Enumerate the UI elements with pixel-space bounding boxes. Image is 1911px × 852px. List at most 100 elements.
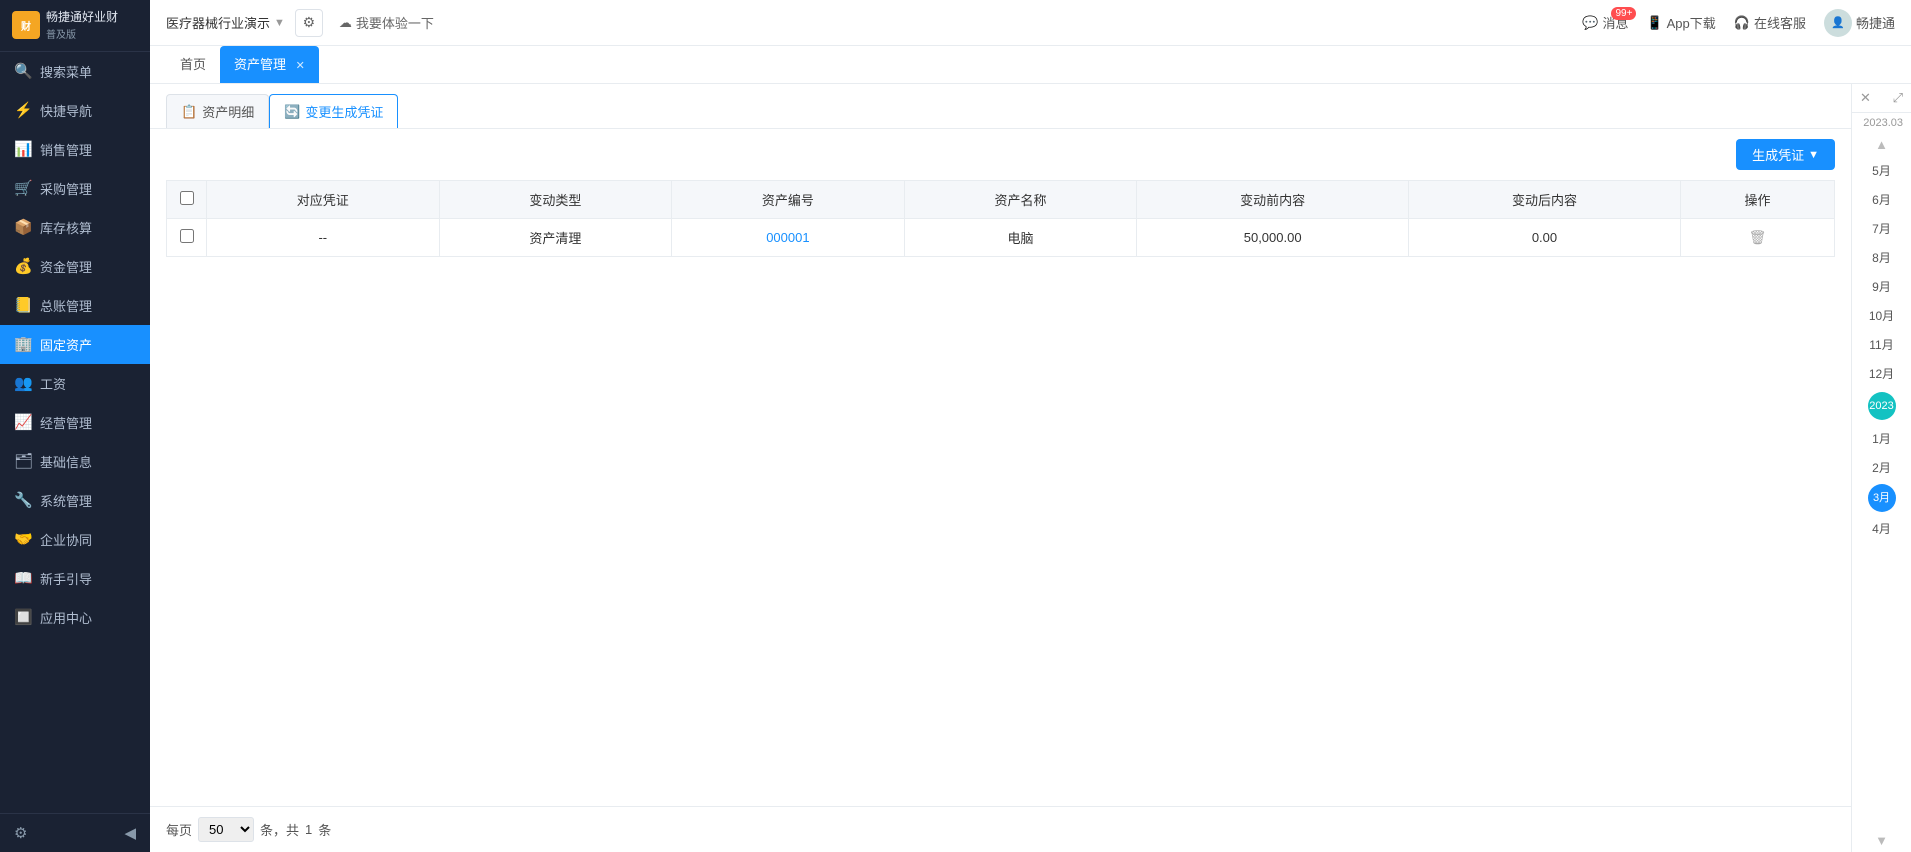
- sidebar-item-guide[interactable]: 📖 新手引导: [0, 559, 150, 598]
- month-9[interactable]: 9月: [1852, 272, 1911, 301]
- app-logo: 财 畅捷通好业财 普及版: [0, 0, 150, 52]
- sidebar-item-quicknav[interactable]: ⚡ 快捷导航: [0, 91, 150, 130]
- sidebar-item-label: 资金管理: [40, 257, 92, 276]
- month-10[interactable]: 10月: [1852, 301, 1911, 330]
- year-2023-badge[interactable]: 2023: [1868, 392, 1896, 420]
- payroll-icon: 👥: [14, 374, 32, 392]
- sidebar-item-inventory[interactable]: 📦 库存核算: [0, 208, 150, 247]
- sidebar-nav: 🔍 搜索菜单 ⚡ 快捷导航 📊 销售管理 🛒 采购管理 📦 库存核算 💰 资金管…: [0, 52, 150, 813]
- sub-tab-detail[interactable]: 📋 资产明细: [166, 94, 269, 128]
- per-page-unit: 条，共: [260, 820, 299, 839]
- pagination: 每页 50 10 20 100 条，共 1 条: [150, 806, 1851, 852]
- month-7[interactable]: 7月: [1852, 214, 1911, 243]
- row-after: 0.00: [1409, 219, 1681, 257]
- sub-tab-change-label: 变更生成凭证: [305, 102, 383, 121]
- service-icon: 🎧: [1734, 15, 1750, 31]
- month-12[interactable]: 12月: [1852, 359, 1911, 388]
- search-icon: 🔍: [14, 62, 32, 80]
- toolbar: 生成凭证 ▼: [150, 129, 1851, 180]
- logo-icon: 财: [12, 11, 40, 39]
- topbar: 医疗器械行业演示 ▼ ⚙ ☁ 我要体验一下 💬 消息 99+ 📱 App下载 🎧…: [150, 0, 1911, 46]
- company-selector[interactable]: 医疗器械行业演示 ▼: [166, 13, 285, 32]
- company-settings-button[interactable]: ⚙: [295, 9, 323, 37]
- sub-tab-change[interactable]: 🔄 变更生成凭证: [269, 94, 398, 128]
- generate-chevron-icon: ▼: [1808, 149, 1819, 161]
- month-4[interactable]: 4月: [1852, 514, 1911, 543]
- select-all-checkbox[interactable]: [180, 191, 194, 205]
- sidebar-item-label: 工资: [40, 374, 66, 393]
- tab-asset[interactable]: 资产管理 ✕: [220, 46, 319, 83]
- ledger-icon: 📒: [14, 296, 32, 314]
- col-asset-name: 资产名称: [904, 181, 1137, 219]
- per-page-select[interactable]: 50 10 20 100: [198, 817, 254, 842]
- guide-icon: 📖: [14, 569, 32, 587]
- sidebar-item-apps[interactable]: 🔲 应用中心: [0, 598, 150, 637]
- month-3-active[interactable]: 3月: [1868, 484, 1896, 512]
- date-panel-close-icon[interactable]: ✕: [1860, 90, 1871, 106]
- sidebar-item-ledger[interactable]: 📒 总账管理: [0, 286, 150, 325]
- experience-button[interactable]: ☁ 我要体验一下: [339, 13, 434, 32]
- month-11[interactable]: 11月: [1852, 330, 1911, 359]
- logo-text: 畅捷通好业财 普及版: [46, 10, 118, 41]
- online-service-button[interactable]: 🎧 在线客服: [1734, 13, 1806, 32]
- app-download-button[interactable]: 📱 App下载: [1646, 13, 1715, 32]
- sidebar-item-search[interactable]: 🔍 搜索菜单: [0, 52, 150, 91]
- messages-badge: 99+: [1611, 7, 1636, 20]
- company-name: 医疗器械行业演示: [166, 13, 270, 32]
- delete-row-icon[interactable]: 🗑: [1749, 229, 1767, 245]
- content-area: 📋 资产明细 🔄 变更生成凭证 生成凭证 ▼: [150, 84, 1911, 852]
- table-row: -- 资产清理 000001 电脑 50,000.00 0.00 🗑: [167, 219, 1835, 257]
- row-asset-name: 电脑: [904, 219, 1137, 257]
- messages-button[interactable]: 💬 消息 99+: [1582, 13, 1628, 32]
- sidebar-item-label: 固定资产: [40, 335, 92, 354]
- row-checkbox[interactable]: [180, 229, 194, 243]
- per-page-label: 每页: [166, 820, 192, 839]
- sidebar-bottom: ⚙ ◀: [0, 813, 150, 852]
- collapse-sidebar-icon[interactable]: ◀: [124, 824, 136, 842]
- sidebar-item-collab[interactable]: 🤝 企业协同: [0, 520, 150, 559]
- sidebar-item-basic[interactable]: 🗂 基础信息: [0, 442, 150, 481]
- sidebar-item-label: 搜索菜单: [40, 62, 92, 81]
- row-voucher: --: [207, 219, 440, 257]
- sidebar-item-operations[interactable]: 📈 经营管理: [0, 403, 150, 442]
- cloud-icon: ☁: [339, 15, 352, 31]
- row-asset-no[interactable]: 000001: [672, 219, 905, 257]
- sidebar-item-finance[interactable]: 💰 资金管理: [0, 247, 150, 286]
- sub-tabs: 📋 资产明细 🔄 变更生成凭证: [150, 84, 1851, 129]
- user-avatar-button[interactable]: 👤 畅捷通: [1824, 9, 1895, 37]
- purchase-icon: 🛒: [14, 179, 32, 197]
- sidebar-item-sales[interactable]: 📊 销售管理: [0, 130, 150, 169]
- main-area: 医疗器械行业演示 ▼ ⚙ ☁ 我要体验一下 💬 消息 99+ 📱 App下载 🎧…: [150, 0, 1911, 852]
- col-before: 变动前内容: [1137, 181, 1409, 219]
- sidebar-item-label: 企业协同: [40, 530, 92, 549]
- fixedasset-icon: 🏢: [14, 335, 32, 353]
- settings-bottom-icon[interactable]: ⚙: [14, 824, 27, 842]
- sidebar-item-label: 经营管理: [40, 413, 92, 432]
- generate-label: 生成凭证: [1752, 145, 1804, 164]
- row-type: 资产清理: [439, 219, 672, 257]
- date-panel-expand-icon[interactable]: ⤢: [1893, 90, 1903, 106]
- tab-home[interactable]: 首页: [166, 46, 220, 83]
- nav-tabs: 首页 资产管理 ✕: [150, 46, 1911, 84]
- detail-tab-icon: 📋: [181, 104, 197, 120]
- month-2[interactable]: 2月: [1852, 453, 1911, 482]
- sales-icon: 📊: [14, 140, 32, 158]
- sidebar-item-fixedasset[interactable]: 🏢 固定资产: [0, 325, 150, 364]
- month-6[interactable]: 6月: [1852, 185, 1911, 214]
- date-scroll-up-button[interactable]: ▲: [1852, 133, 1911, 156]
- sidebar-item-label: 快捷导航: [40, 101, 92, 120]
- sidebar-item-system[interactable]: 🔧 系统管理: [0, 481, 150, 520]
- generate-voucher-button[interactable]: 生成凭证 ▼: [1736, 139, 1835, 170]
- sidebar-item-purchase[interactable]: 🛒 采购管理: [0, 169, 150, 208]
- total-count: 1: [305, 822, 312, 837]
- month-1[interactable]: 1月: [1852, 424, 1911, 453]
- col-action: 操作: [1680, 181, 1834, 219]
- tab-asset-close-icon[interactable]: ✕: [296, 60, 305, 72]
- month-5[interactable]: 5月: [1852, 156, 1911, 185]
- sidebar-item-payroll[interactable]: 👥 工资: [0, 364, 150, 403]
- sidebar-item-label: 销售管理: [40, 140, 92, 159]
- collab-icon: 🤝: [14, 530, 32, 548]
- month-8[interactable]: 8月: [1852, 243, 1911, 272]
- sidebar-item-label: 基础信息: [40, 452, 92, 471]
- date-scroll-down-button[interactable]: ▼: [1852, 829, 1911, 852]
